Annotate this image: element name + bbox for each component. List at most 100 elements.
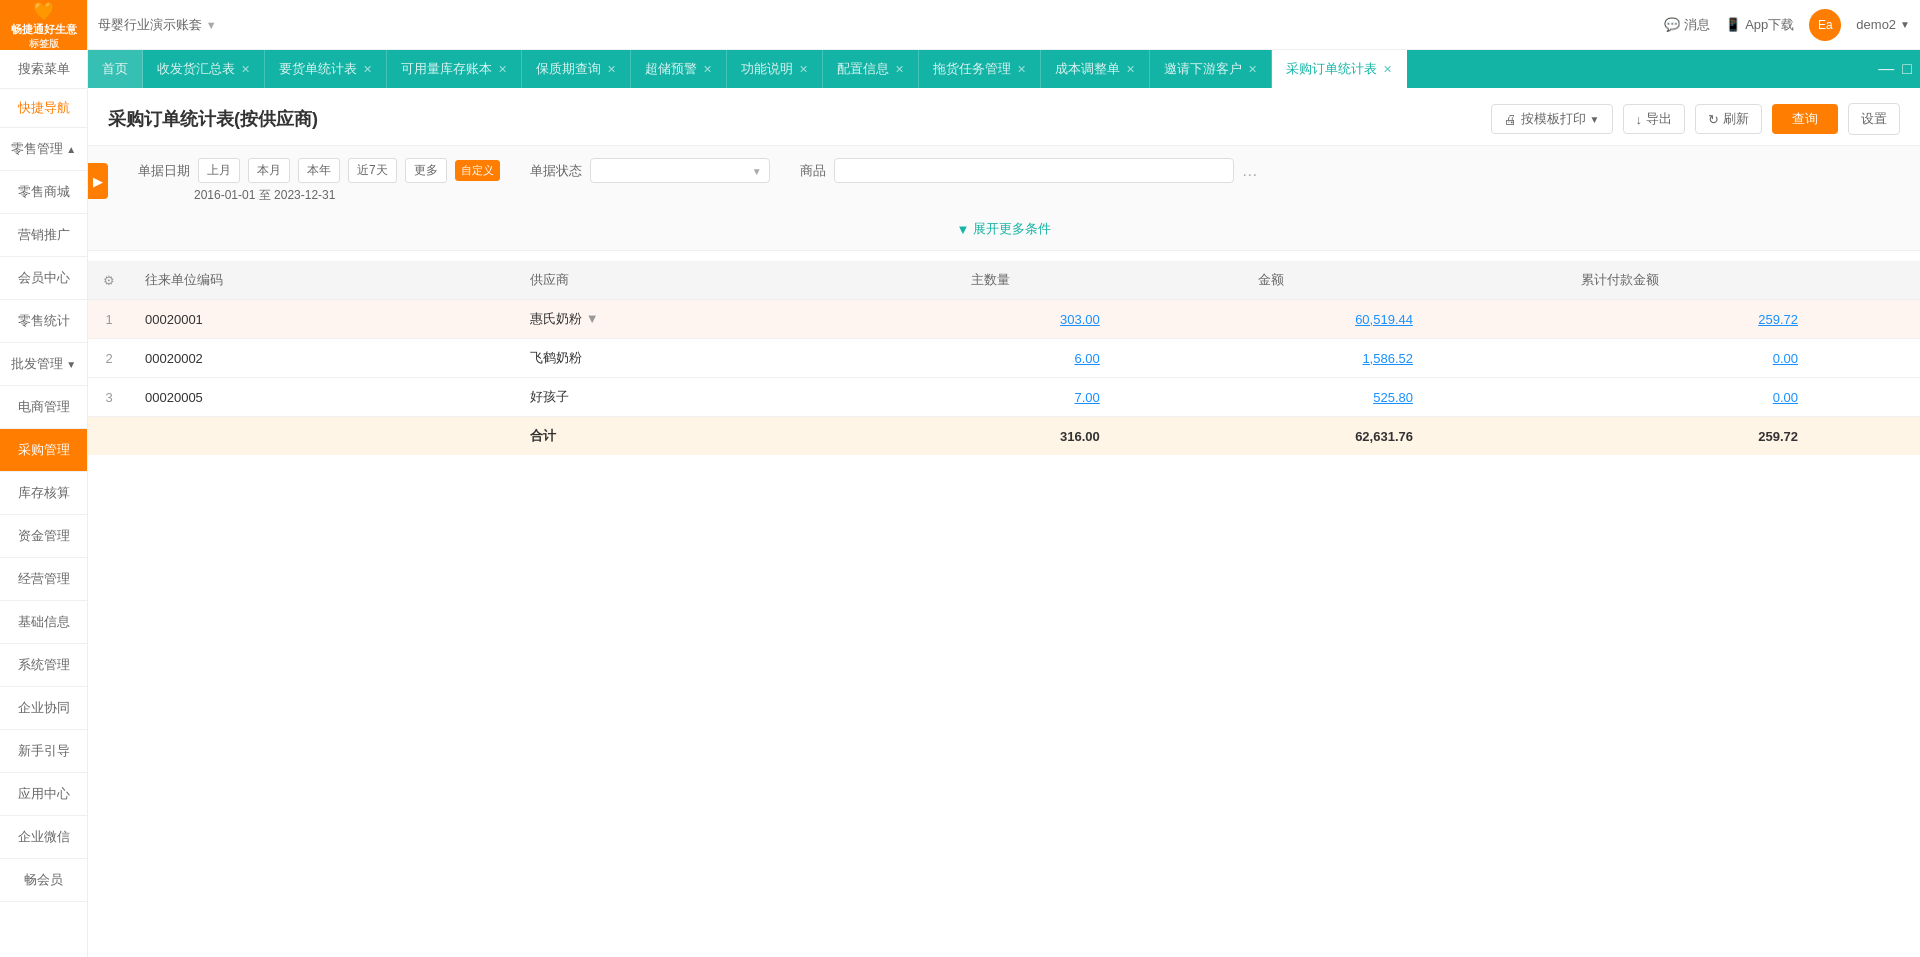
footer-empty2 bbox=[1813, 417, 1920, 456]
tab-close-icon[interactable]: ✕ bbox=[1017, 63, 1026, 76]
logo-sub: 标签版 bbox=[29, 37, 59, 51]
sidebar-item-app-center[interactable]: 应用中心 bbox=[0, 773, 87, 816]
tab-shoufahuisum[interactable]: 收发货汇总表 ✕ bbox=[143, 50, 265, 88]
tab-yaoqing[interactable]: 邀请下游客户 ✕ bbox=[1150, 50, 1272, 88]
tabbar: 首页 收发货汇总表 ✕ 要货单统计表 ✕ 可用量库存账本 ✕ 保质期查询 ✕ 超… bbox=[88, 50, 1920, 88]
tab-close-icon[interactable]: ✕ bbox=[1383, 63, 1392, 76]
row-amount[interactable]: 1,586.52 bbox=[1115, 339, 1428, 378]
tab-close-icon[interactable]: ✕ bbox=[607, 63, 616, 76]
tab-baozhi[interactable]: 保质期查询 ✕ bbox=[522, 50, 631, 88]
tab-yaohuosum[interactable]: 要货单统计表 ✕ bbox=[265, 50, 387, 88]
sidebar-item-member-center[interactable]: 会员中心 bbox=[0, 257, 87, 300]
date-filter-label: 单据日期 bbox=[138, 162, 190, 180]
sidebar-item-retail-store[interactable]: 零售商城 bbox=[0, 171, 87, 214]
chevron-down-icon: ▲ bbox=[66, 144, 76, 155]
page-content: 采购订单统计表(按供应商) 🖨 按模板打印 ▼ ↓ 导出 ↻ 刷新 查询 设置 bbox=[88, 88, 1920, 957]
print-icon: 🖨 bbox=[1504, 112, 1517, 127]
more-btn[interactable]: 更多 bbox=[405, 158, 447, 183]
row-quantity[interactable]: 6.00 bbox=[866, 339, 1115, 378]
tab-peizhi[interactable]: 配置信息 ✕ bbox=[823, 50, 919, 88]
row-index: 3 bbox=[88, 378, 130, 417]
row-amount[interactable]: 525.80 bbox=[1115, 378, 1428, 417]
sidebar-item-vip[interactable]: 畅会员 bbox=[0, 859, 87, 902]
sidebar-item-retail-stats[interactable]: 零售统计 bbox=[0, 300, 87, 343]
date-range-display: 2016-01-01 至 2023-12-31 bbox=[194, 187, 335, 204]
table-row: 1 00020001 惠氏奶粉 ▼ 303.00 60,519.44 259.7… bbox=[88, 300, 1920, 339]
this-month-btn[interactable]: 本月 bbox=[248, 158, 290, 183]
tab-close-icon[interactable]: ✕ bbox=[799, 63, 808, 76]
user-avatar[interactable]: Ea bbox=[1809, 9, 1841, 41]
row-index: 2 bbox=[88, 339, 130, 378]
table-footer-row: 合计 316.00 62,631.76 259.72 bbox=[88, 417, 1920, 456]
sidebar-item-enterprise-wechat[interactable]: 企业微信 bbox=[0, 816, 87, 859]
sidebar-item-new-guide[interactable]: 新手引导 bbox=[0, 730, 87, 773]
message-icon: 💬 bbox=[1664, 17, 1680, 32]
tab-chaochu[interactable]: 超储预警 ✕ bbox=[631, 50, 727, 88]
column-settings-icon[interactable]: ⚙ bbox=[103, 273, 115, 288]
app-download-action[interactable]: 📱 App下载 bbox=[1725, 16, 1794, 34]
tab-close-icon[interactable]: ✕ bbox=[363, 63, 372, 76]
row-quantity[interactable]: 303.00 bbox=[866, 300, 1115, 339]
col-unit-code-header: 往来单位编码 bbox=[130, 261, 515, 300]
tab-close-icon[interactable]: ✕ bbox=[1248, 63, 1257, 76]
filter-section: ▶ 单据日期 上月 本月 本年 近7天 更多 自定义 2016-01-01 至 … bbox=[88, 145, 1920, 251]
status-select[interactable]: 全部 待审核 已审核 bbox=[590, 158, 770, 183]
settings-button[interactable]: 设置 bbox=[1848, 103, 1900, 135]
sidebar-item-inventory[interactable]: 库存核算 bbox=[0, 472, 87, 515]
tab-home[interactable]: 首页 bbox=[88, 50, 143, 88]
sidebar-item-batch-mgmt[interactable]: 批发管理 ▼ bbox=[0, 343, 87, 386]
tab-close-icon[interactable]: ✕ bbox=[1126, 63, 1135, 76]
message-action[interactable]: 💬 消息 bbox=[1664, 16, 1710, 34]
tab-gongneng[interactable]: 功能说明 ✕ bbox=[727, 50, 823, 88]
goods-input[interactable] bbox=[834, 158, 1234, 183]
sidebar-toggle-icon[interactable]: ▶ bbox=[88, 163, 108, 199]
sidebar-item-ecommerce[interactable]: 电商管理 bbox=[0, 386, 87, 429]
row-supplier: 惠氏奶粉 ▼ bbox=[515, 300, 866, 339]
tab-label: 功能说明 bbox=[741, 60, 793, 78]
sidebar-item-basic-info[interactable]: 基础信息 bbox=[0, 601, 87, 644]
tab-close-icon[interactable]: ✕ bbox=[498, 63, 507, 76]
sidebar-item-sys-mgmt[interactable]: 系统管理 bbox=[0, 644, 87, 687]
user-name[interactable]: demo2 ▼ bbox=[1856, 17, 1910, 32]
row-paid[interactable]: 259.72 bbox=[1428, 300, 1813, 339]
sidebar-item-purchase-mgmt[interactable]: 采购管理 bbox=[0, 429, 87, 472]
sidebar-item-marketing[interactable]: 营销推广 bbox=[0, 214, 87, 257]
tab-keyongliang[interactable]: 可用量库存账本 ✕ bbox=[387, 50, 522, 88]
tab-caigousum[interactable]: 采购订单统计表 ✕ bbox=[1272, 50, 1407, 88]
tab-close-icon[interactable]: ✕ bbox=[703, 63, 712, 76]
tab-label: 采购订单统计表 bbox=[1286, 60, 1377, 78]
custom-date-badge[interactable]: 自定义 bbox=[455, 160, 500, 181]
chevron-down-icon: ▼ bbox=[66, 359, 76, 370]
col-empty-header bbox=[1813, 261, 1920, 300]
print-button[interactable]: 🖨 按模板打印 ▼ bbox=[1491, 104, 1613, 134]
col-paid-header: 累计付款金额 bbox=[1428, 261, 1813, 300]
this-year-btn[interactable]: 本年 bbox=[298, 158, 340, 183]
date-filter: 单据日期 上月 本月 本年 近7天 更多 自定义 2016-01-01 至 20… bbox=[138, 158, 500, 204]
tab-close-icon[interactable]: ✕ bbox=[241, 63, 250, 76]
tab-minimize-icon[interactable]: — bbox=[1878, 60, 1894, 78]
sidebar-item-search[interactable]: 搜索菜单 bbox=[0, 50, 87, 89]
tab-maximize-icon[interactable]: □ bbox=[1902, 60, 1912, 78]
chevron-down-icon[interactable]: ▼ bbox=[206, 19, 217, 31]
tab-close-icon[interactable]: ✕ bbox=[895, 63, 904, 76]
row-quantity[interactable]: 7.00 bbox=[866, 378, 1115, 417]
sidebar-item-retail-mgmt[interactable]: 零售管理 ▲ bbox=[0, 128, 87, 171]
query-button[interactable]: 查询 bbox=[1772, 104, 1838, 134]
expand-more-btn[interactable]: ▼ 展开更多条件 bbox=[957, 220, 1052, 238]
refresh-button[interactable]: ↻ 刷新 bbox=[1695, 104, 1762, 134]
export-button[interactable]: ↓ 导出 bbox=[1623, 104, 1686, 134]
sidebar-item-quick-nav[interactable]: 快捷导航 bbox=[0, 89, 87, 128]
sidebar-item-finance[interactable]: 资金管理 bbox=[0, 515, 87, 558]
table-header-row: ⚙ 往来单位编码 供应商 主数量 金额 累计付款金额 bbox=[88, 261, 1920, 300]
last-month-btn[interactable]: 上月 bbox=[198, 158, 240, 183]
row-paid[interactable]: 0.00 bbox=[1428, 339, 1813, 378]
sidebar-item-ops-mgmt[interactable]: 经营管理 bbox=[0, 558, 87, 601]
tab-chengben[interactable]: 成本调整单 ✕ bbox=[1041, 50, 1150, 88]
more-options-icon[interactable]: … bbox=[1242, 162, 1258, 180]
7days-btn[interactable]: 近7天 bbox=[348, 158, 397, 183]
row-paid[interactable]: 0.00 bbox=[1428, 378, 1813, 417]
export-icon: ↓ bbox=[1636, 112, 1643, 127]
tab-tuohuo[interactable]: 拖货任务管理 ✕ bbox=[919, 50, 1041, 88]
row-amount[interactable]: 60,519.44 bbox=[1115, 300, 1428, 339]
sidebar-item-enterprise[interactable]: 企业协同 bbox=[0, 687, 87, 730]
